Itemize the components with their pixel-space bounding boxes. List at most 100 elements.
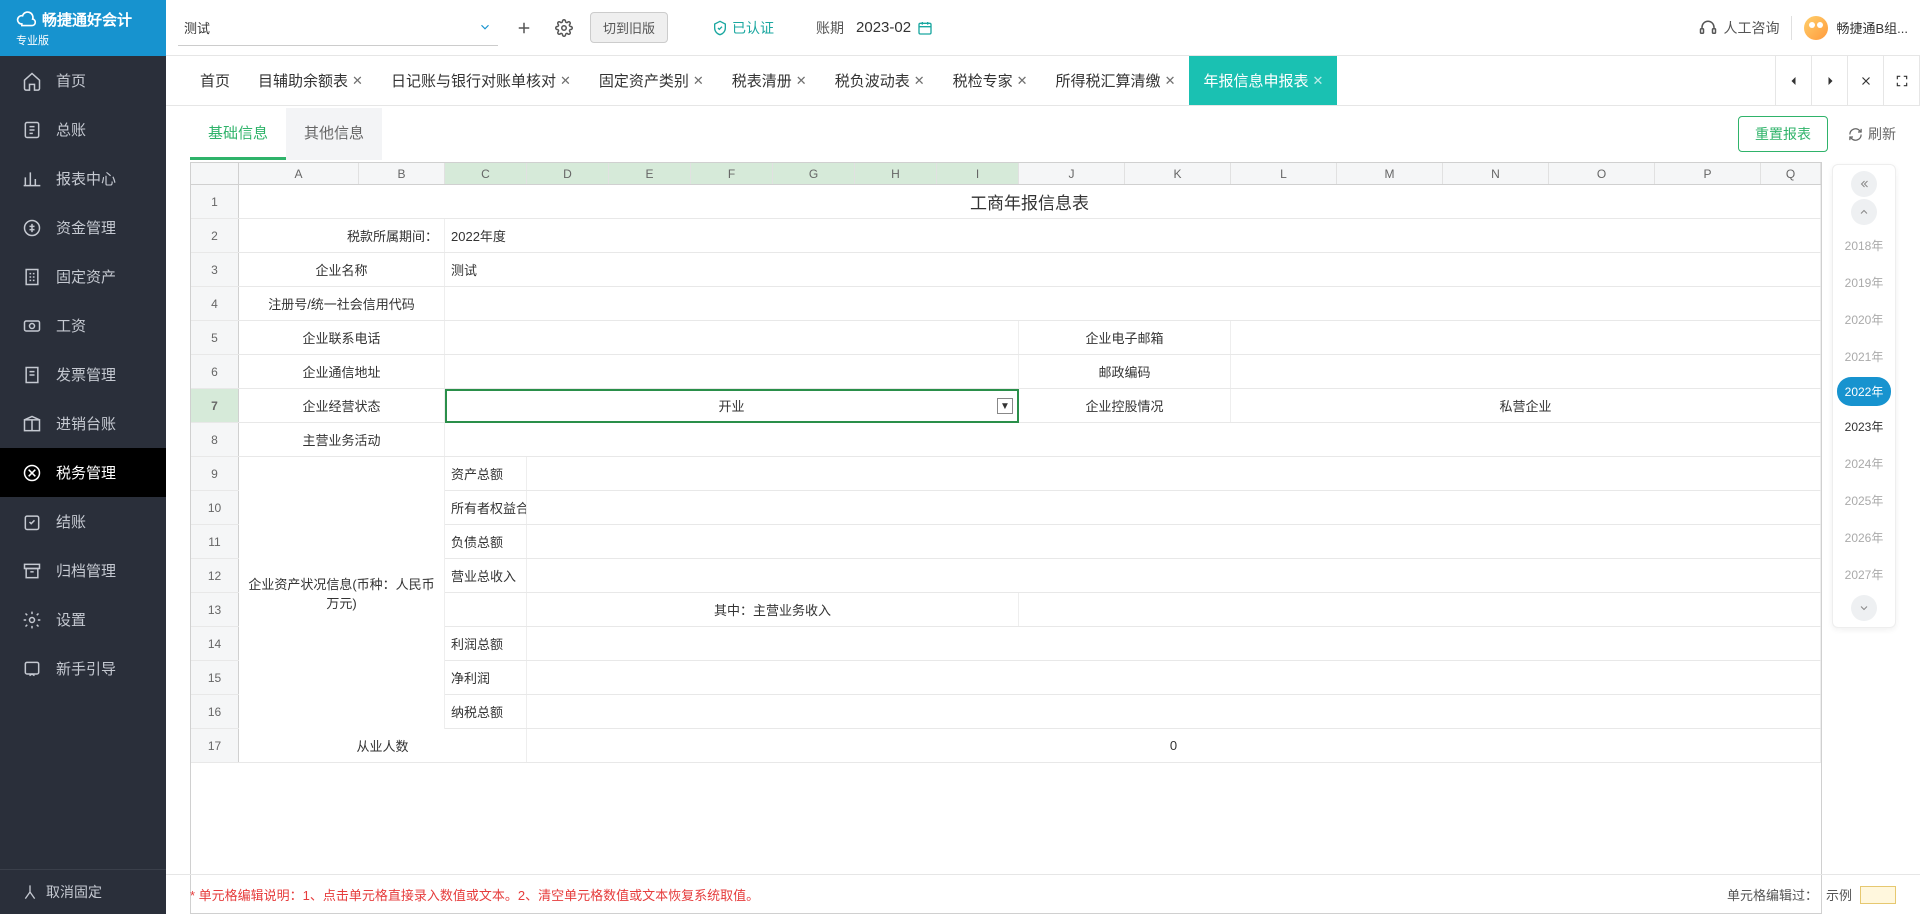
tab-close[interactable]: ✕ xyxy=(796,73,807,89)
cell[interactable] xyxy=(445,593,527,626)
sidebar-item-inventory[interactable]: 进销台账 xyxy=(0,399,166,448)
row-header[interactable]: 7 xyxy=(191,389,239,422)
row-header[interactable]: 1 xyxy=(191,185,239,218)
sidebar-item-settings[interactable]: 设置 xyxy=(0,595,166,644)
tab-home[interactable]: 首页 xyxy=(186,56,244,105)
column-header[interactable]: F xyxy=(691,163,773,184)
year-scroll-down[interactable] xyxy=(1851,595,1877,621)
cell[interactable] xyxy=(527,525,1821,558)
human-consult[interactable]: 人工咨询 xyxy=(1699,18,1779,38)
cell[interactable]: 其中：主营业务收入 xyxy=(527,593,1019,626)
company-select[interactable]: 测试 xyxy=(178,10,498,46)
cell[interactable]: 私营企业 xyxy=(1231,389,1821,422)
tab[interactable]: 年报信息申报表✕ xyxy=(1189,56,1337,105)
year-item[interactable]: 2022年 xyxy=(1837,377,1891,406)
cell[interactable] xyxy=(527,491,1821,524)
cell[interactable] xyxy=(445,423,1821,456)
user-menu[interactable]: 畅捷通B组... xyxy=(1804,16,1908,40)
tab-close[interactable]: ✕ xyxy=(1312,73,1323,89)
row-header[interactable]: 11 xyxy=(191,525,239,558)
sidebar-item-ledger[interactable]: 总账 xyxy=(0,105,166,154)
row-header[interactable]: 3 xyxy=(191,253,239,286)
subtab[interactable]: 基础信息 xyxy=(190,108,286,160)
column-header[interactable]: G xyxy=(773,163,855,184)
refresh-button[interactable]: 刷新 xyxy=(1848,124,1896,144)
tab[interactable]: 税检专家✕ xyxy=(939,56,1042,105)
cell[interactable]: 企业经营状态 xyxy=(239,389,445,422)
column-header[interactable]: C xyxy=(445,163,527,184)
year-item[interactable]: 2027年 xyxy=(1833,556,1895,593)
column-header[interactable]: O xyxy=(1549,163,1655,184)
column-header[interactable]: M xyxy=(1337,163,1443,184)
tabs-fullscreen[interactable] xyxy=(1884,56,1920,105)
year-item[interactable]: 2023年 xyxy=(1833,408,1895,445)
tab[interactable]: 税负波动表✕ xyxy=(821,56,939,105)
cell[interactable]: 企业名称 xyxy=(239,253,445,286)
tab[interactable]: 目辅助余额表✕ xyxy=(244,56,377,105)
subtab[interactable]: 其他信息 xyxy=(286,108,382,160)
row-header[interactable]: 17 xyxy=(191,729,239,762)
cell[interactable]: 净利润 xyxy=(445,661,527,694)
cell[interactable]: 纳税总额 xyxy=(445,695,527,728)
cell[interactable] xyxy=(445,287,1821,320)
year-scroll-up[interactable] xyxy=(1851,199,1877,225)
cell[interactable]: 主营业务活动 xyxy=(239,423,445,456)
tab-close[interactable]: ✕ xyxy=(560,73,571,89)
column-header[interactable]: N xyxy=(1443,163,1549,184)
cell[interactable]: 企业电子邮箱 xyxy=(1019,321,1231,354)
year-collapse-left[interactable] xyxy=(1851,171,1877,197)
row-header[interactable]: 12 xyxy=(191,559,239,592)
settings-button[interactable] xyxy=(550,14,578,42)
cell[interactable] xyxy=(1019,593,1821,626)
sidebar-item-salary[interactable]: 工资 xyxy=(0,301,166,350)
sidebar-item-tax[interactable]: 税务管理 xyxy=(0,448,166,497)
tab-close[interactable]: ✕ xyxy=(693,73,704,89)
cell[interactable] xyxy=(445,321,1019,354)
sidebar-item-building[interactable]: 固定资产 xyxy=(0,252,166,301)
column-header[interactable]: A xyxy=(239,163,359,184)
row-header[interactable]: 2 xyxy=(191,219,239,252)
row-header[interactable]: 4 xyxy=(191,287,239,320)
switch-old-version-button[interactable]: 切到旧版 xyxy=(590,12,668,43)
tab[interactable]: 日记账与银行对账单核对✕ xyxy=(377,56,585,105)
year-item[interactable]: 2019年 xyxy=(1833,264,1895,301)
tab-close[interactable]: ✕ xyxy=(352,73,363,89)
add-button[interactable] xyxy=(510,14,538,42)
row-header[interactable]: 14 xyxy=(191,627,239,660)
column-header[interactable]: K xyxy=(1125,163,1231,184)
column-header[interactable]: J xyxy=(1019,163,1125,184)
sidebar-item-archive[interactable]: 归档管理 xyxy=(0,546,166,595)
column-header[interactable]: L xyxy=(1231,163,1337,184)
spreadsheet[interactable]: ABCDEFGHIJKLMNOPQ 1工商年报信息表2税款所属期间：2022年度… xyxy=(190,162,1822,914)
cell[interactable]: 资产总额 xyxy=(445,457,527,490)
tab[interactable]: 税表清册✕ xyxy=(718,56,821,105)
cell[interactable]: 0 xyxy=(527,729,1821,762)
select-all-corner[interactable] xyxy=(191,163,239,184)
cell[interactable]: 企业联系电话 xyxy=(239,321,445,354)
cell[interactable]: 税款所属期间： xyxy=(239,219,445,252)
year-item[interactable]: 2024年 xyxy=(1833,445,1895,482)
column-header[interactable]: Q xyxy=(1761,163,1821,184)
reset-report-button[interactable]: 重置报表 xyxy=(1738,116,1828,152)
grid-body[interactable]: 1工商年报信息表2税款所属期间：2022年度 3企业名称测试 4注册号/统一社会信用… xyxy=(191,185,1821,913)
cell[interactable] xyxy=(527,457,1821,490)
row-header[interactable]: 6 xyxy=(191,355,239,388)
column-header[interactable]: H xyxy=(855,163,937,184)
cell[interactable]: 负债总额 xyxy=(445,525,527,558)
sidebar-item-home[interactable]: 首页 xyxy=(0,56,166,105)
cell[interactable] xyxy=(527,661,1821,694)
cell[interactable]: 营业总收入 xyxy=(445,559,527,592)
cell[interactable]: 注册号/统一社会信用代码 xyxy=(239,287,445,320)
cell[interactable]: 从业人数 xyxy=(239,729,527,762)
column-header[interactable]: I xyxy=(937,163,1019,184)
cell[interactable] xyxy=(527,695,1821,728)
cell[interactable]: 企业控股情况 xyxy=(1019,389,1231,422)
cell[interactable]: 测试 xyxy=(445,253,1821,286)
tabs-close-all[interactable] xyxy=(1848,56,1884,105)
cell[interactable] xyxy=(1231,355,1821,388)
sidebar-unpin[interactable]: 取消固定 xyxy=(0,869,166,914)
row-header[interactable]: 5 xyxy=(191,321,239,354)
cell[interactable]: 工商年报信息表 xyxy=(239,185,1821,218)
cell[interactable]: 2022年度 xyxy=(445,219,1821,252)
cell[interactable] xyxy=(445,355,1019,388)
